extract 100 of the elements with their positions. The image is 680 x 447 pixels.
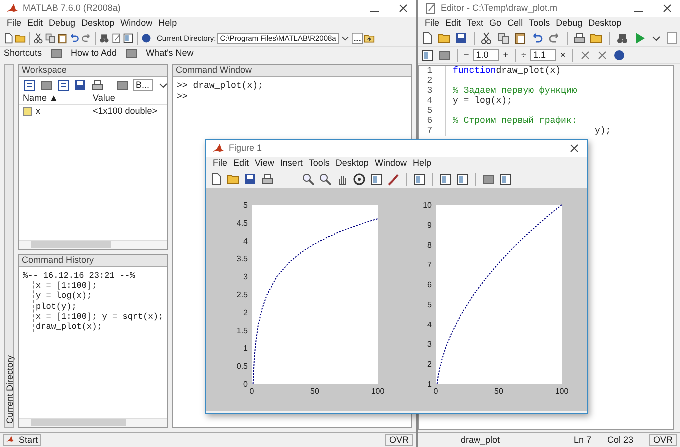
menu-item[interactable]: Desktop (78, 18, 118, 29)
up-folder-icon[interactable] (364, 32, 376, 44)
x-tick-label: 0 (250, 387, 254, 396)
code-text: y); (594, 126, 612, 136)
close-icon[interactable] (397, 2, 410, 15)
menu-item[interactable]: Edit (24, 18, 46, 29)
history-session[interactable]: %-- 16.12.16 23:21 --% (23, 271, 163, 282)
code-text: y = log(x); (453, 96, 512, 106)
menu-item[interactable]: Text (464, 18, 487, 29)
multiply-button[interactable]: × (560, 50, 566, 60)
printer-icon[interactable] (91, 78, 104, 92)
decrement-button[interactable]: − (464, 50, 470, 60)
folder-icon[interactable] (590, 32, 604, 44)
clipboard-icon[interactable] (57, 32, 68, 44)
folder-icon[interactable] (227, 172, 240, 186)
stack-dropdown[interactable] (666, 32, 678, 44)
menu-item[interactable]: Debug (553, 18, 586, 29)
zoom-out-icon[interactable] (319, 172, 332, 186)
new-file-icon[interactable] (210, 172, 223, 186)
copy-icon[interactable] (497, 32, 510, 44)
side-tab[interactable]: Current Directory (4, 64, 14, 428)
folder-icon[interactable] (438, 32, 451, 44)
close-icon[interactable] (568, 142, 581, 155)
save-icon[interactable] (244, 172, 257, 186)
menu-item[interactable]: Tools (306, 158, 333, 169)
y-tick-label: 4.5 (236, 218, 248, 228)
menu-item[interactable]: Debug (46, 18, 79, 29)
folder-icon[interactable] (15, 32, 26, 44)
redo-icon[interactable] (81, 32, 92, 44)
command-line: >> (177, 92, 189, 103)
menu-item[interactable]: File (210, 158, 231, 169)
new-variable-icon[interactable] (23, 78, 36, 92)
shortcut-link[interactable]: What's New (146, 48, 194, 59)
shortcut-link[interactable]: How to Add (71, 48, 118, 59)
menu-item[interactable]: Cell (504, 18, 526, 29)
panel-title: Command Window (173, 65, 411, 77)
menu-item[interactable]: File (422, 18, 443, 29)
shortcut-icon[interactable] (50, 47, 64, 60)
menu-item[interactable]: Desktop (332, 158, 372, 169)
y-tick-label: 9 (428, 220, 432, 230)
binoculars-icon[interactable] (616, 32, 629, 44)
shortcut-link[interactable]: Shortcuts (4, 48, 42, 59)
menu-item[interactable]: Help (410, 158, 434, 169)
copy-icon[interactable] (45, 32, 56, 44)
printer-icon[interactable] (573, 32, 586, 44)
rotate-icon[interactable] (353, 172, 366, 186)
save-icon[interactable] (74, 78, 87, 92)
y-tick-label: 1 (244, 344, 248, 354)
shortcut-icon[interactable] (125, 47, 138, 60)
panel-title: Workspace (19, 65, 167, 77)
menu-item[interactable]: Desktop (586, 18, 625, 29)
line-number: 4 (426, 96, 434, 106)
menu-item[interactable]: Window (372, 158, 410, 169)
history-entry[interactable]: draw_plot(x); (36, 322, 163, 332)
matlab-logo-icon (6, 435, 15, 444)
menu-item[interactable]: Go (486, 18, 505, 29)
menu-item[interactable]: File (4, 18, 25, 29)
brush-icon[interactable] (387, 172, 400, 186)
binoculars-icon[interactable] (99, 32, 110, 44)
start-button[interactable]: Start (3, 434, 42, 446)
stack-dropdown[interactable]: B... (133, 78, 153, 92)
document-icon[interactable] (111, 32, 122, 44)
new-file-icon[interactable] (3, 32, 14, 44)
table-cell[interactable]: <1x100 double> (93, 106, 158, 118)
value-field[interactable]: 1.0 (473, 48, 500, 62)
column-header[interactable]: Value (93, 93, 116, 104)
history-entry[interactable]: x = [1:100]; y = sqrt(x); (36, 312, 163, 322)
menu-item[interactable]: Edit (442, 18, 464, 29)
scissors-icon[interactable] (480, 32, 494, 44)
printer-icon[interactable] (261, 172, 274, 186)
redo-icon[interactable] (548, 32, 562, 44)
history-entry[interactable]: y = log(x); (36, 291, 163, 302)
menu-item[interactable]: Tools (526, 18, 554, 29)
scissors-icon[interactable] (33, 32, 44, 44)
y-tick-label: 10 (423, 201, 432, 210)
zoom-in-icon[interactable] (302, 172, 315, 186)
menu-item[interactable]: Insert (277, 158, 306, 169)
divide-button[interactable]: ÷ (522, 50, 526, 60)
panel-icon[interactable] (123, 32, 134, 44)
y-tick-label: 7 (428, 260, 432, 270)
menu-item[interactable]: Help (156, 18, 180, 29)
scrollbar[interactable] (19, 418, 167, 427)
history-entry[interactable]: plot(y); (36, 302, 163, 312)
menu-item[interactable]: View (252, 158, 278, 169)
column-header[interactable]: Name ▲ (23, 93, 93, 104)
table-cell[interactable]: x (36, 106, 40, 118)
value-field[interactable]: 1.1 (530, 48, 556, 62)
undo-icon[interactable] (531, 32, 544, 44)
increment-button[interactable]: + (503, 50, 509, 60)
save-icon[interactable] (455, 32, 468, 44)
x-tick-label: 50 (494, 387, 504, 396)
history-entry[interactable]: x = [1:100]; (36, 281, 163, 292)
menu-item[interactable]: Edit (230, 158, 252, 169)
browse-button[interactable] (352, 32, 364, 44)
scrollbar[interactable] (19, 240, 167, 249)
menu-item[interactable]: Window (118, 18, 156, 29)
close-icon[interactable] (661, 2, 674, 15)
new-file-icon[interactable] (421, 32, 434, 44)
undo-icon[interactable] (69, 32, 80, 44)
clipboard-icon[interactable] (514, 32, 528, 44)
